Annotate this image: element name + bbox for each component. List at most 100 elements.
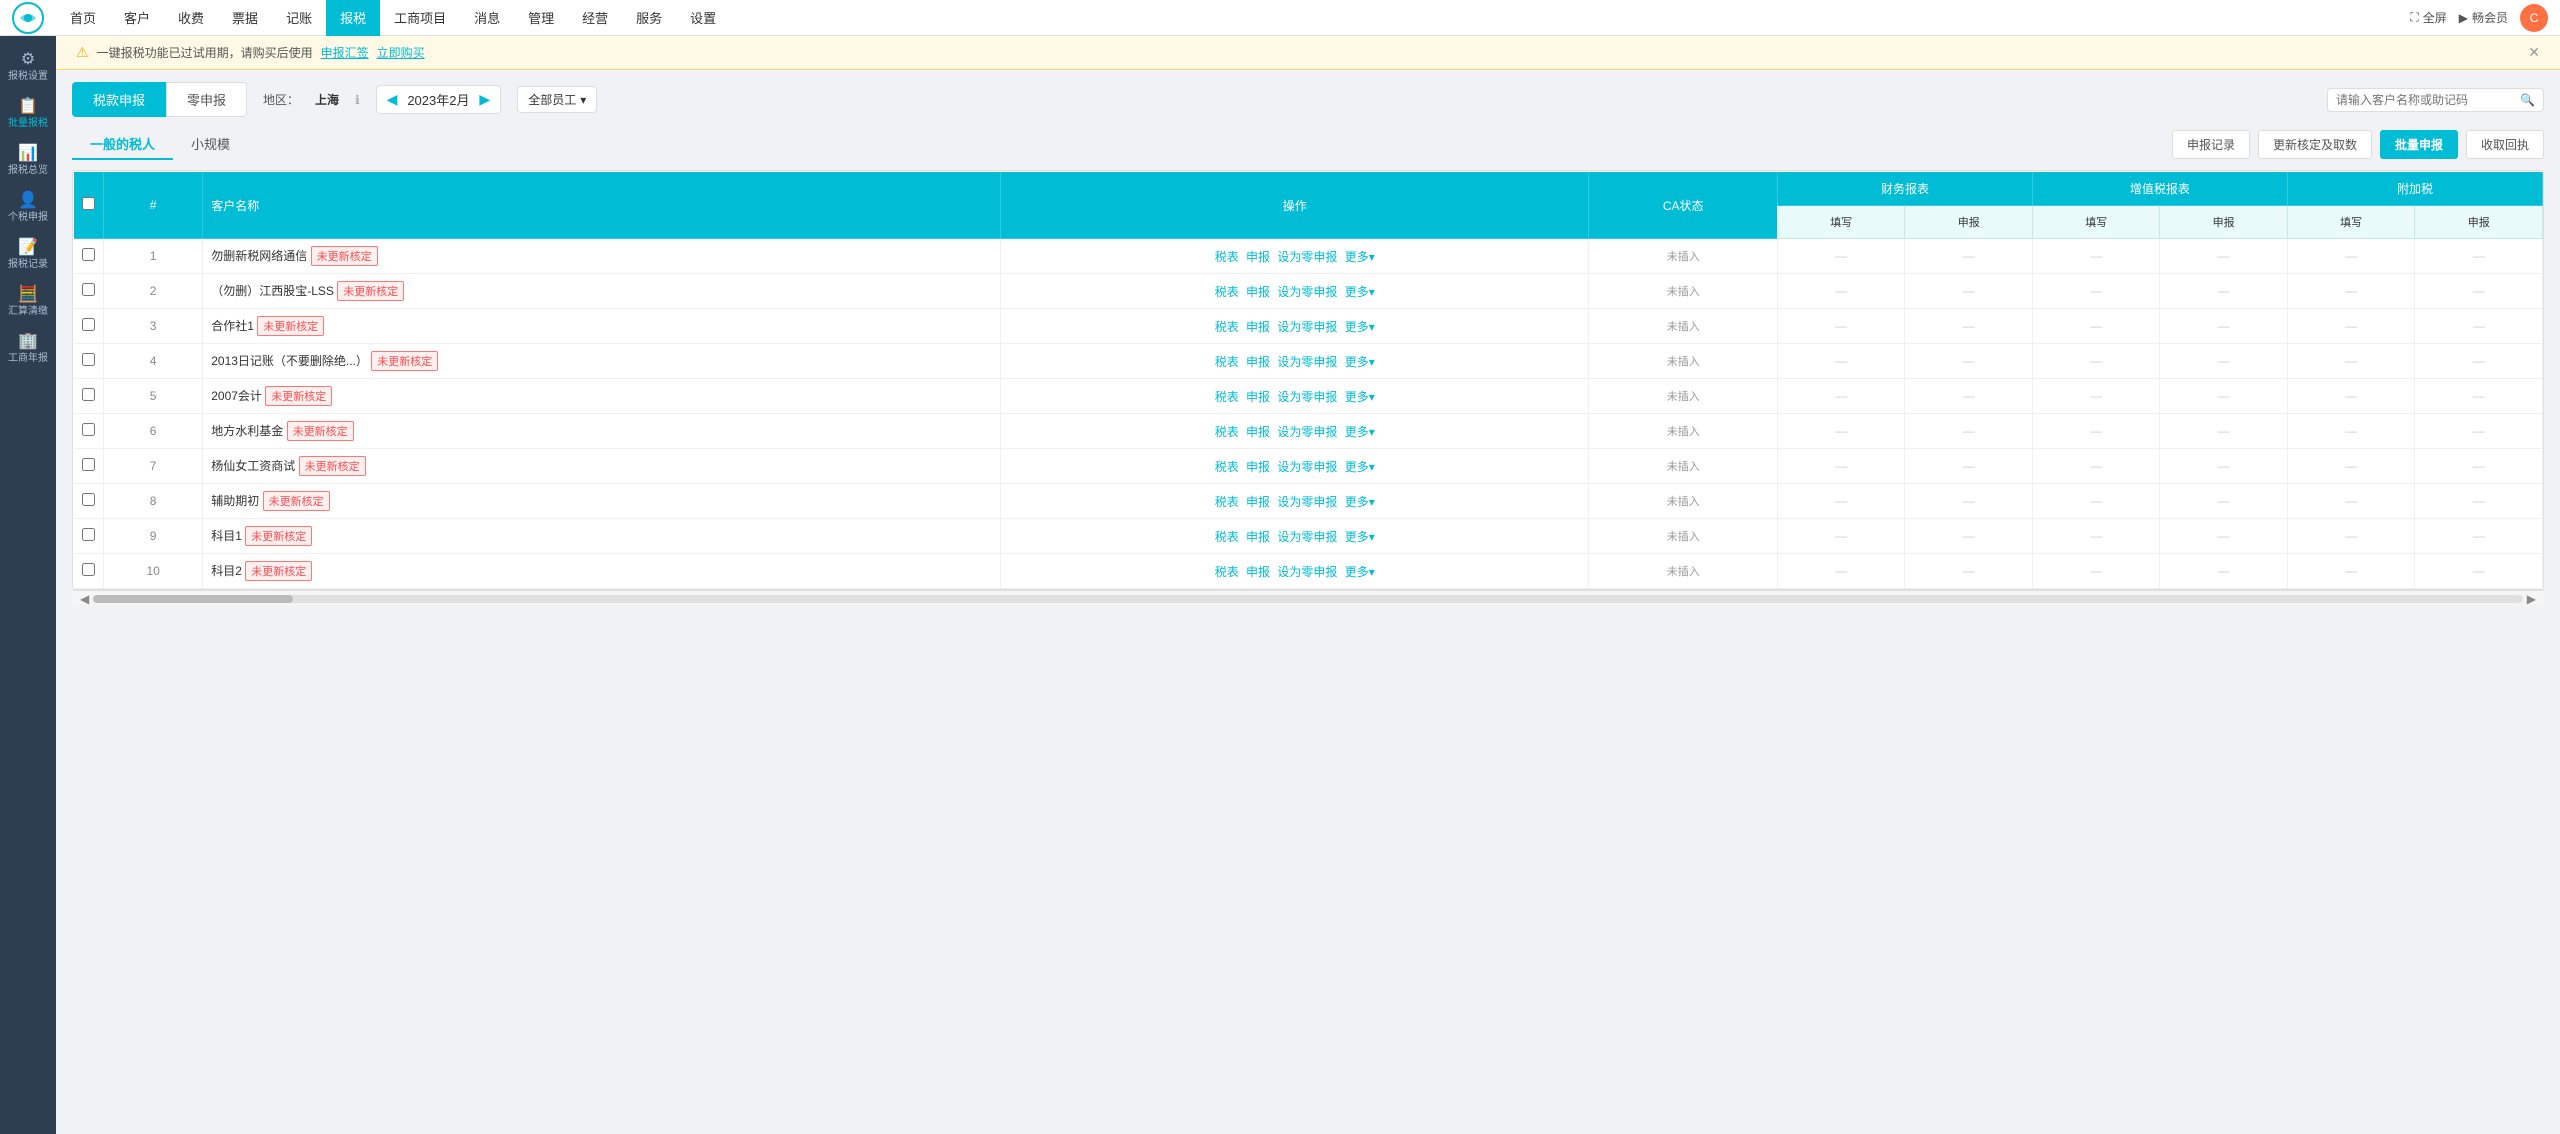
user-avatar[interactable]: C bbox=[2520, 4, 2548, 32]
op-declare[interactable]: 申报 bbox=[1246, 285, 1270, 299]
op-tax-table[interactable]: 税表 bbox=[1215, 495, 1239, 509]
row-checkbox[interactable] bbox=[82, 493, 95, 506]
row-checkbox[interactable] bbox=[82, 458, 95, 471]
nav-operation[interactable]: 经营 bbox=[568, 0, 622, 36]
select-all-checkbox[interactable] bbox=[82, 197, 95, 210]
update-fetch-button[interactable]: 更新核定及取数 bbox=[2258, 130, 2372, 159]
row-checkbox[interactable] bbox=[82, 388, 95, 401]
row-checkbox[interactable] bbox=[82, 248, 95, 261]
tab-tax-declaration[interactable]: 税款申报 bbox=[72, 82, 166, 117]
op-more[interactable]: 更多▾ bbox=[1345, 355, 1375, 369]
op-declare[interactable]: 申报 bbox=[1246, 250, 1270, 264]
op-more[interactable]: 更多▾ bbox=[1345, 565, 1375, 579]
staff-selector[interactable]: 全部员工 ▾ bbox=[517, 86, 597, 113]
sidebar-item-annual-settlement[interactable]: 🧮 汇算清缴 bbox=[0, 279, 56, 326]
op-tax-table[interactable]: 税表 bbox=[1215, 565, 1239, 579]
op-declare[interactable]: 申报 bbox=[1246, 495, 1270, 509]
sidebar-item-personal-tax[interactable]: 👤 个税申报 bbox=[0, 185, 56, 232]
row-checkbox[interactable] bbox=[82, 318, 95, 331]
sidebar-item-tax-records[interactable]: 📝 报税记录 bbox=[0, 232, 56, 279]
report-link[interactable]: 申报汇签 bbox=[321, 44, 369, 61]
nav-manage[interactable]: 管理 bbox=[514, 0, 568, 36]
op-declare[interactable]: 申报 bbox=[1246, 320, 1270, 334]
row-checkbox[interactable] bbox=[82, 423, 95, 436]
nav-tax[interactable]: 报税 bbox=[326, 0, 380, 36]
op-declare[interactable]: 申报 bbox=[1246, 460, 1270, 474]
banner-close-button[interactable]: ✕ bbox=[2528, 44, 2540, 61]
op-set-zero[interactable]: 设为零申报 bbox=[1277, 425, 1337, 439]
scroll-thumb[interactable] bbox=[93, 595, 293, 603]
op-declare[interactable]: 申报 bbox=[1246, 530, 1270, 544]
nav-invoice[interactable]: 票据 bbox=[218, 0, 272, 36]
tab-zero-declaration[interactable]: 零申报 bbox=[166, 82, 247, 117]
row-checkbox[interactable] bbox=[82, 283, 95, 296]
op-declare[interactable]: 申报 bbox=[1246, 565, 1270, 579]
op-set-zero[interactable]: 设为零申报 bbox=[1277, 495, 1337, 509]
scroll-left-arrow[interactable]: ◀ bbox=[76, 592, 93, 606]
op-more[interactable]: 更多▾ bbox=[1345, 530, 1375, 544]
op-more[interactable]: 更多▾ bbox=[1345, 320, 1375, 334]
row-checkbox[interactable] bbox=[82, 528, 95, 541]
buy-now-link[interactable]: 立即购买 bbox=[377, 44, 425, 61]
sidebar-item-tax-overview[interactable]: 📊 报税总览 bbox=[0, 138, 56, 185]
sidebar-item-batch-tax[interactable]: 📋 批量报税 bbox=[0, 91, 56, 138]
row-checkbox[interactable] bbox=[82, 563, 95, 576]
op-tax-table[interactable]: 税表 bbox=[1215, 460, 1239, 474]
logo-icon bbox=[12, 2, 44, 34]
retrieve-button[interactable]: 收取回执 bbox=[2466, 130, 2544, 159]
sidebar-item-tax-settings[interactable]: ⚙ 报税设置 bbox=[0, 44, 56, 91]
nav-message[interactable]: 消息 bbox=[460, 0, 514, 36]
nav-accounting[interactable]: 记账 bbox=[272, 0, 326, 36]
tab-small-scale[interactable]: 小规模 bbox=[173, 129, 248, 160]
nav-home[interactable]: 首页 bbox=[56, 0, 110, 36]
search-input[interactable] bbox=[2336, 93, 2516, 107]
tab-general-taxpayer[interactable]: 一般的税人 bbox=[72, 129, 173, 160]
search-icon[interactable]: 🔍 bbox=[2520, 93, 2535, 107]
op-declare[interactable]: 申报 bbox=[1246, 390, 1270, 404]
nav-service[interactable]: 服务 bbox=[622, 0, 676, 36]
op-tax-table[interactable]: 税表 bbox=[1215, 390, 1239, 404]
scroll-right-arrow[interactable]: ▶ bbox=[2523, 592, 2540, 606]
nav-customer[interactable]: 客户 bbox=[110, 0, 164, 36]
added-fill-cell: — bbox=[2287, 449, 2414, 484]
op-more[interactable]: 更多▾ bbox=[1345, 250, 1375, 264]
op-more[interactable]: 更多▾ bbox=[1345, 460, 1375, 474]
customer-name-text: 勿删新税网络通信 bbox=[211, 249, 307, 263]
op-set-zero[interactable]: 设为零申报 bbox=[1277, 320, 1337, 334]
op-set-zero[interactable]: 设为零申报 bbox=[1277, 565, 1337, 579]
nav-business[interactable]: 工商项目 bbox=[380, 0, 460, 36]
region-info-icon[interactable]: ℹ bbox=[355, 93, 360, 107]
op-set-zero[interactable]: 设为零申报 bbox=[1277, 530, 1337, 544]
op-set-zero[interactable]: 设为零申报 bbox=[1277, 250, 1337, 264]
op-more[interactable]: 更多▾ bbox=[1345, 495, 1375, 509]
op-tax-table[interactable]: 税表 bbox=[1215, 250, 1239, 264]
op-tax-table[interactable]: 税表 bbox=[1215, 285, 1239, 299]
customer-name-cell: 科目1 未更新核定 bbox=[203, 519, 1001, 554]
op-set-zero[interactable]: 设为零申报 bbox=[1277, 390, 1337, 404]
row-checkbox[interactable] bbox=[82, 353, 95, 366]
sidebar-item-annual-report[interactable]: 🏢 工商年报 bbox=[0, 326, 56, 373]
batch-declare-button[interactable]: 批量申报 bbox=[2380, 130, 2458, 159]
customer-name-text: 杨仙女工资商试 bbox=[211, 459, 295, 473]
nav-billing[interactable]: 收费 bbox=[164, 0, 218, 36]
op-set-zero[interactable]: 设为零申报 bbox=[1277, 460, 1337, 474]
region-value: 上海 bbox=[315, 91, 339, 108]
fullscreen-button[interactable]: ⛶ 全屏 bbox=[2410, 9, 2446, 26]
op-set-zero[interactable]: 设为零申报 bbox=[1277, 355, 1337, 369]
op-tax-table[interactable]: 税表 bbox=[1215, 355, 1239, 369]
horizontal-scrollbar[interactable]: ◀ ▶ bbox=[72, 590, 2544, 606]
op-more[interactable]: 更多▾ bbox=[1345, 425, 1375, 439]
record-button[interactable]: 申报记录 bbox=[2172, 130, 2250, 159]
op-declare[interactable]: 申报 bbox=[1246, 355, 1270, 369]
op-more[interactable]: 更多▾ bbox=[1345, 390, 1375, 404]
op-set-zero[interactable]: 设为零申报 bbox=[1277, 285, 1337, 299]
date-next-button[interactable]: ▶ bbox=[479, 91, 490, 108]
op-declare[interactable]: 申报 bbox=[1246, 425, 1270, 439]
date-prev-button[interactable]: ◀ bbox=[387, 91, 398, 108]
member-button[interactable]: ▶ 畅会员 bbox=[2459, 9, 2508, 26]
op-more[interactable]: 更多▾ bbox=[1345, 285, 1375, 299]
op-tax-table[interactable]: 税表 bbox=[1215, 425, 1239, 439]
nav-settings[interactable]: 设置 bbox=[676, 0, 730, 36]
op-tax-table[interactable]: 税表 bbox=[1215, 320, 1239, 334]
op-tax-table[interactable]: 税表 bbox=[1215, 530, 1239, 544]
